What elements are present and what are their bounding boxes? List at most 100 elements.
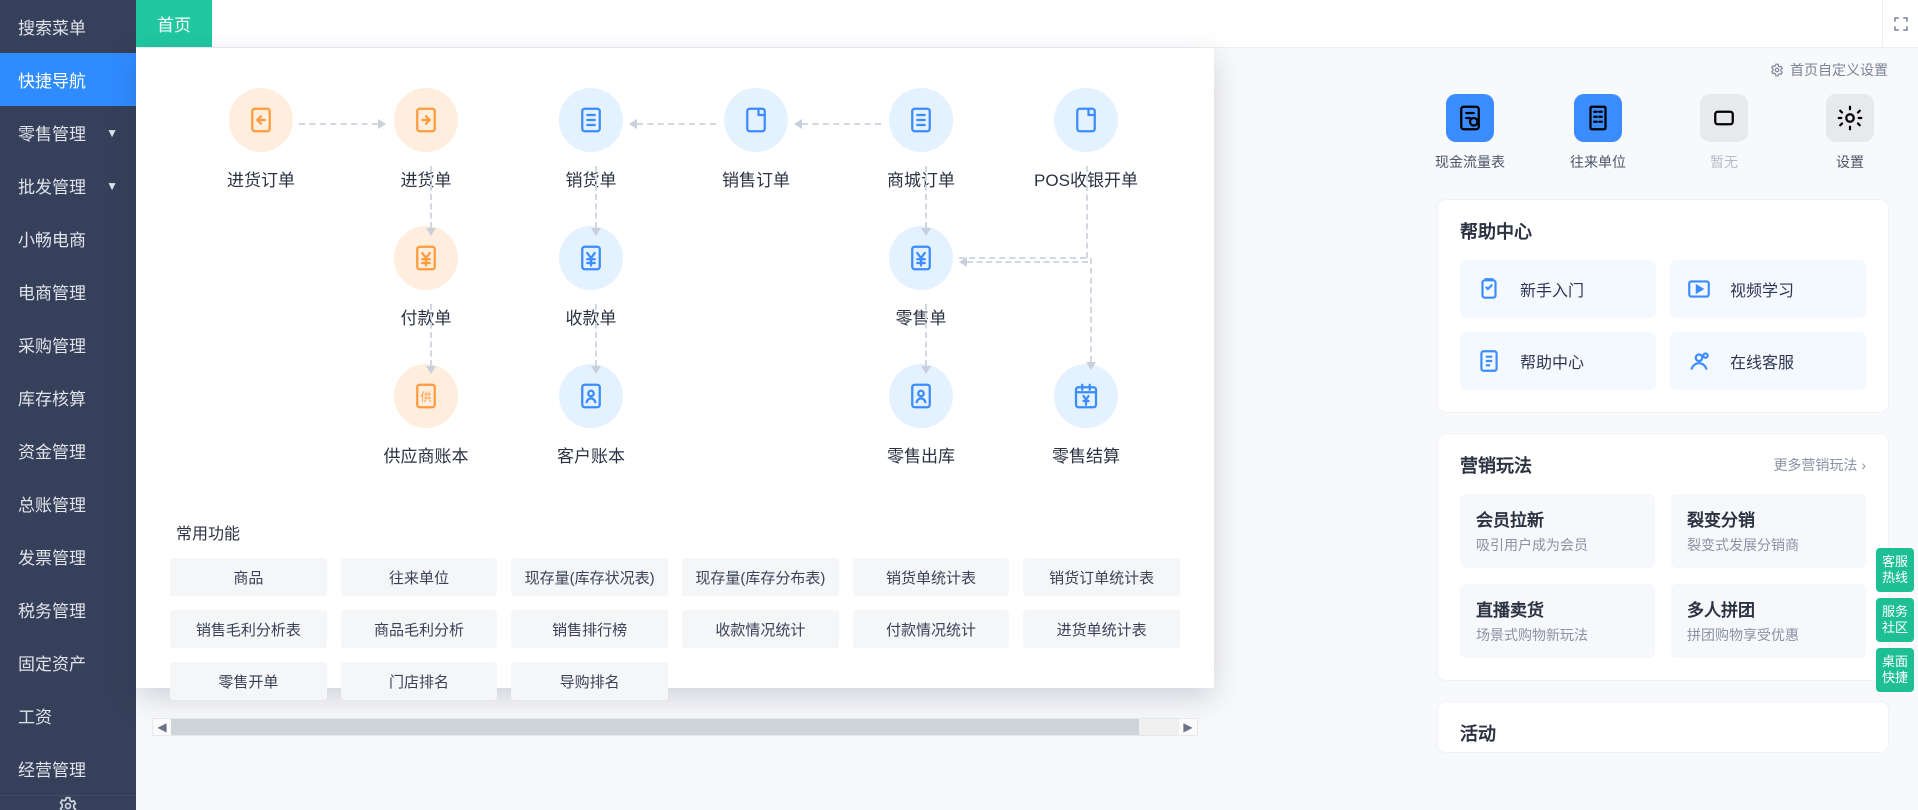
home-customize-label: 首页自定义设置 (1790, 62, 1888, 78)
floater-1[interactable]: 服务社区 (1876, 598, 1914, 642)
flow-arrow (591, 304, 601, 374)
sidebar-item-11[interactable]: 税务管理 (0, 583, 136, 636)
gear-icon (58, 796, 78, 810)
flow-node-r1c4[interactable]: 销售订单 (681, 88, 831, 191)
flow-node-r1c1[interactable]: 进货订单 (186, 88, 336, 191)
sidebar-item-label: 零售管理 (18, 120, 86, 145)
sidebar-item-14[interactable]: 经营管理 (0, 742, 136, 795)
flow-node-r3c5[interactable]: 零售出库 (846, 364, 996, 467)
flow-node-r3c2[interactable]: 供供应商账本 (351, 364, 501, 467)
common-func-button-12[interactable]: 零售开单 (170, 662, 327, 700)
marketing-more-link[interactable]: 更多营销玩法 › (1773, 455, 1866, 475)
help-item-label: 在线客服 (1730, 349, 1794, 373)
sidebar-item-10[interactable]: 发票管理 (0, 530, 136, 583)
sidebar-item-label: 搜索菜单 (18, 14, 86, 39)
flow-diagram: 进货订单进货单销货单销售订单商城订单POS收银开单付款单收款单零售单供供应商账本… (146, 76, 1204, 516)
marketing-item-1[interactable]: 裂变分销裂变式发展分销商 (1671, 494, 1866, 568)
sidebar-item-4[interactable]: 小畅电商 (0, 212, 136, 265)
sidebar-settings-button[interactable] (0, 795, 136, 810)
marketing-card: 营销玩法 更多营销玩法 › 会员拉新吸引用户成为会员裂变分销裂变式发展分销商直播… (1438, 434, 1888, 680)
common-func-button-3[interactable]: 现存量(库存分布表) (682, 558, 839, 596)
doc-in-icon (229, 88, 293, 152)
help-item-0[interactable]: 新手入门 (1460, 260, 1656, 318)
sidebar-item-label: 固定资产 (18, 650, 86, 675)
flow-arrow (921, 304, 931, 374)
flow-arrow (299, 119, 386, 129)
side-floaters: 客服热线服务社区桌面快捷 (1876, 548, 1914, 692)
floater-0[interactable]: 客服热线 (1876, 548, 1914, 592)
sidebar-item-12[interactable]: 固定资产 (0, 636, 136, 689)
quick-shortcut-3[interactable]: 设置 (1820, 94, 1880, 172)
sidebar-item-2[interactable]: 零售管理▼ (0, 106, 136, 159)
sidebar-item-label: 电商管理 (18, 279, 86, 304)
sidebar-item-3[interactable]: 批发管理▼ (0, 159, 136, 212)
quick-shortcut-2: 暂无 (1694, 94, 1754, 172)
common-func-button-4[interactable]: 销货单统计表 (853, 558, 1010, 596)
flow-arrow (921, 166, 931, 236)
sidebar-item-7[interactable]: 库存核算 (0, 371, 136, 424)
scroll-left-icon[interactable]: ◀ (153, 720, 171, 734)
flow-arrow (794, 119, 881, 129)
sidebar-item-6[interactable]: 采购管理 (0, 318, 136, 371)
flow-node-r3c6[interactable]: 零售结算 (1011, 364, 1161, 467)
scrollbar-track[interactable] (171, 719, 1179, 735)
right-column: 首页自定义设置 现金流量表往来单位暂无设置 帮助中心 新手入门视频学习帮助中心在… (1438, 60, 1888, 774)
help-item-1[interactable]: 视频学习 (1670, 260, 1866, 318)
sidebar-item-13[interactable]: 工资 (0, 689, 136, 742)
doc-icon (724, 88, 788, 152)
sidebar-item-9[interactable]: 总账管理 (0, 477, 136, 530)
help-item-3[interactable]: 在线客服 (1670, 332, 1866, 390)
help-item-2[interactable]: 帮助中心 (1460, 332, 1656, 390)
common-func-button-14[interactable]: 导购排名 (511, 662, 668, 700)
sidebar-item-8[interactable]: 资金管理 (0, 424, 136, 477)
activity-title: 活动 (1460, 720, 1496, 746)
sidebar-item-label: 总账管理 (18, 491, 86, 516)
common-func-button-8[interactable]: 销售排行榜 (511, 610, 668, 648)
sidebar-item-1[interactable]: 快捷导航 (0, 53, 136, 106)
flow-node-r3c3[interactable]: 客户账本 (516, 364, 666, 467)
flow-node-label: 零售结算 (1011, 442, 1161, 467)
svg-text:供: 供 (420, 390, 431, 404)
play-icon (1684, 274, 1714, 304)
common-func-button-7[interactable]: 商品毛利分析 (341, 610, 498, 648)
quick-shortcut-0[interactable]: 现金流量表 (1438, 94, 1502, 172)
flow-arrow (959, 257, 1086, 259)
floater-2[interactable]: 桌面快捷 (1876, 648, 1914, 692)
sidebar-item-label: 发票管理 (18, 544, 86, 569)
quick-shortcut-1[interactable]: 往来单位 (1568, 94, 1628, 172)
common-func-button-6[interactable]: 销售毛利分析表 (170, 610, 327, 648)
fullscreen-button[interactable] (1882, 0, 1918, 47)
marketing-item-0[interactable]: 会员拉新吸引用户成为会员 (1460, 494, 1655, 568)
common-func-button-5[interactable]: 销货订单统计表 (1023, 558, 1180, 596)
quick-shortcut-label: 暂无 (1710, 152, 1738, 172)
common-func-button-13[interactable]: 门店排名 (341, 662, 498, 700)
tab-home[interactable]: 首页 (136, 0, 212, 47)
marketing-item-3[interactable]: 多人拼团拼团购物享受优惠 (1671, 584, 1866, 658)
common-func-button-2[interactable]: 现存量(库存状况表) (511, 558, 668, 596)
common-func-button-0[interactable]: 商品 (170, 558, 327, 596)
scroll-right-icon[interactable]: ▶ (1179, 720, 1197, 734)
help-title: 帮助中心 (1460, 218, 1532, 244)
common-func-button-9[interactable]: 收款情况统计 (682, 610, 839, 648)
common-func-button-11[interactable]: 进货单统计表 (1023, 610, 1180, 648)
marketing-item-sub: 场景式购物新玩法 (1476, 625, 1639, 645)
marketing-item-sub: 吸引用户成为会员 (1476, 535, 1639, 555)
horizontal-scrollbar[interactable]: ◀ ▶ (152, 718, 1198, 736)
topbar: 首页 (136, 0, 1918, 48)
home-customize-link[interactable]: 首页自定义设置 (1438, 60, 1888, 80)
sidebar-item-5[interactable]: 电商管理 (0, 265, 136, 318)
quicknav-flyout: 进货订单进货单销货单销售订单商城订单POS收银开单付款单收款单零售单供供应商账本… (136, 48, 1214, 688)
common-func-button-10[interactable]: 付款情况统计 (853, 610, 1010, 648)
quick-shortcut-label: 设置 (1836, 152, 1864, 172)
doc-icon (1446, 94, 1494, 142)
sidebar-item-label: 税务管理 (18, 597, 86, 622)
flow-arrow (1086, 258, 1096, 370)
doc-out-icon (394, 88, 458, 152)
common-func-button-1[interactable]: 往来单位 (341, 558, 498, 596)
sidebar-item-label: 资金管理 (18, 438, 86, 463)
scrollbar-thumb[interactable] (171, 719, 1139, 735)
sidebar-item-0[interactable]: 搜索菜单 (0, 0, 136, 53)
flow-arrow (591, 166, 601, 236)
marketing-item-2[interactable]: 直播卖货场景式购物新玩法 (1460, 584, 1655, 658)
sidebar-item-label: 工资 (18, 703, 52, 728)
